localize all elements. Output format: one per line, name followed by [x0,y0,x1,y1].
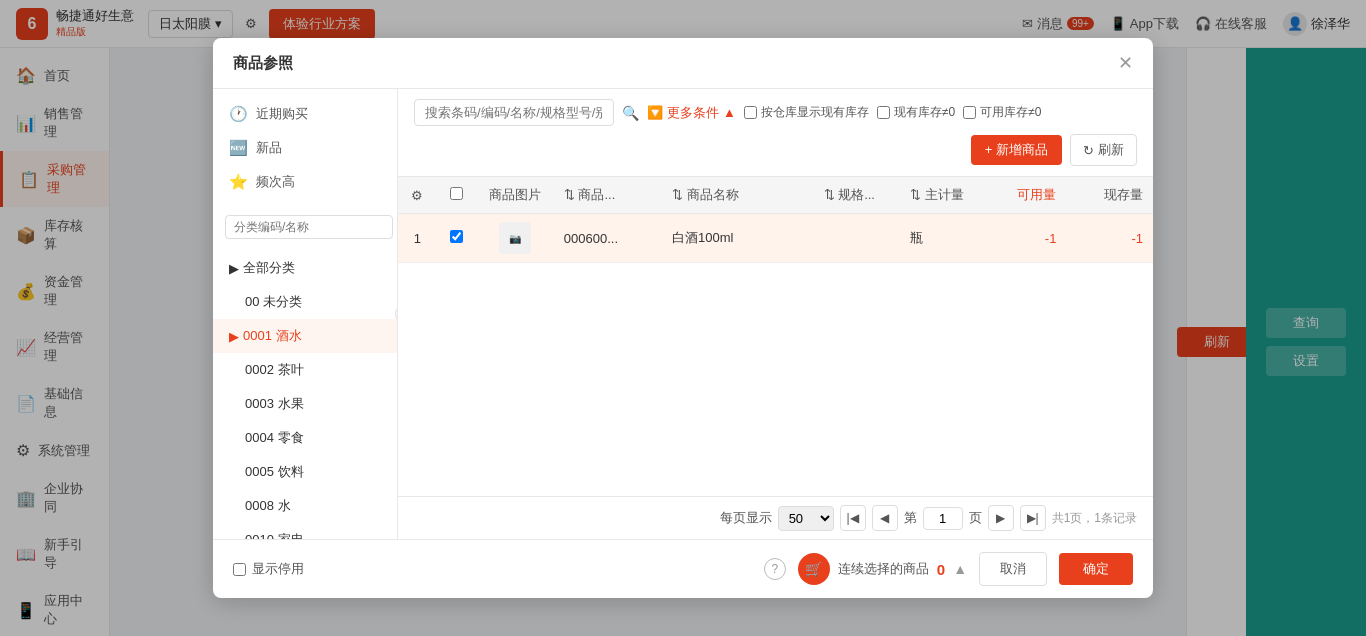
first-page-button[interactable]: |◀ [840,505,866,531]
clock-icon: 🕐 [229,105,248,123]
quick-item-new[interactable]: 🆕 新品 [213,131,397,165]
row-stock-cell: -1 [1066,214,1153,263]
product-search-button[interactable]: 🔍 [622,105,639,121]
col-img-header: 商品图片 [476,177,554,214]
row-spec-cell [814,214,901,263]
category-item-fruit[interactable]: 0003 水果 [213,387,397,421]
row-checkbox-cell [437,214,476,263]
modal-header: 商品参照 ✕ [213,38,1153,89]
col-checkbox-header [437,177,476,214]
stock-not-zero-checkbox[interactable] [877,106,890,119]
col-avail-header: 可用量 [980,177,1067,214]
row-img-cell: 📷 [476,214,554,263]
refresh-icon: ↻ [1083,143,1094,158]
star-icon: ⭐ [229,173,248,191]
product-search-input[interactable] [414,99,614,126]
cart-area: 🛒 连续选择的商品 0 ▲ [798,553,967,585]
col-stock-header: 现存量 [1066,177,1153,214]
table-row[interactable]: 1 📷 000600... 白酒100ml 瓶 [398,214,1153,263]
prev-page-button[interactable]: ◀ [872,505,898,531]
product-image: 📷 [499,222,531,254]
warehouse-filter-checkbox[interactable] [744,106,757,119]
expand-icon: ▶ [229,261,239,276]
col-num-header: ⚙ [398,177,437,214]
more-filter-button[interactable]: 🔽 更多条件 ▲ [647,104,736,122]
pagination: 每页显示 50 20 100 |◀ ◀ 第 页 ▶ ▶| 共1页，1条记录 [398,496,1153,539]
category-search-row: 🔍 [213,207,397,247]
sort-icon: ⇅ [564,187,575,202]
page-number-input[interactable] [923,507,963,530]
col-name-header[interactable]: ⇅ 商品名称 [662,177,814,214]
show-disabled-checkbox[interactable] [233,563,246,576]
category-search-input[interactable] [225,215,393,239]
category-item-unclassified[interactable]: 00 未分类 [213,285,397,319]
select-all-checkbox[interactable] [450,187,463,200]
next-page-button[interactable]: ▶ [988,505,1014,531]
active-expand-icon: ▶ [229,329,239,344]
row-name-cell: 白酒100ml [662,214,814,263]
row-code-cell: 000600... [554,214,662,263]
avail-not-zero-checkbox[interactable] [963,106,976,119]
category-item-beverage[interactable]: 0005 饮料 [213,455,397,489]
product-panel: 🔍 🔽 更多条件 ▲ 按仓库显示现有库存 现有库存≠0 [398,89,1153,539]
category-item-snack[interactable]: 0004 零食 [213,421,397,455]
page-label: 第 [904,509,917,527]
category-item-liquor[interactable]: ▶ 0001 酒水 [213,319,397,353]
modal-backdrop: 商品参照 ✕ 🕐 近期购买 🆕 新品 ⭐ 频次高 [0,0,1366,636]
col-unit-header[interactable]: ⇅ 主计量 [900,177,980,214]
cart-icon: 🛒 [798,553,830,585]
page-label-2: 页 [969,509,982,527]
refresh-button[interactable]: ↻ 刷新 [1070,134,1137,166]
category-item-water[interactable]: 0008 水 [213,489,397,523]
category-item-all[interactable]: ▶ 全部分类 [213,251,397,285]
product-table: ⚙ 商品图片 ⇅ 商品... ⇅ 商品名称 [398,177,1153,263]
row-unit-cell: 瓶 [900,214,980,263]
product-table-container: ⚙ 商品图片 ⇅ 商品... ⇅ 商品名称 [398,177,1153,496]
modal-title: 商品参照 [233,54,293,73]
sort-spec-icon: ⇅ [824,187,835,202]
sort-name-icon: ⇅ [672,187,683,202]
settings-icon[interactable]: ⚙ [411,188,423,203]
page-size-label: 每页显示 [720,509,772,527]
category-panel: 🕐 近期购买 🆕 新品 ⭐ 频次高 🔍 [213,89,398,539]
col-spec-header[interactable]: ⇅ 规格... [814,177,901,214]
avail-not-zero-label[interactable]: 可用库存≠0 [963,104,1041,121]
product-reference-modal: 商品参照 ✕ 🕐 近期购买 🆕 新品 ⭐ 频次高 [213,38,1153,598]
table-header-row: ⚙ 商品图片 ⇅ 商品... ⇅ 商品名称 [398,177,1153,214]
cancel-button[interactable]: 取消 [979,552,1047,586]
cart-count: 0 [937,561,945,578]
stock-not-zero-label[interactable]: 现有库存≠0 [877,104,955,121]
category-list: ▶ 全部分类 00 未分类 ▶ 0001 酒水 0002 茶叶 0003 水果 [213,247,397,539]
row-avail-cell: -1 [980,214,1067,263]
warehouse-filter-label[interactable]: 按仓库显示现有库存 [744,104,869,121]
product-toolbar: 🔍 🔽 更多条件 ▲ 按仓库显示现有库存 现有库存≠0 [398,89,1153,177]
new-icon: 🆕 [229,139,248,157]
quick-item-recent[interactable]: 🕐 近期购买 [213,97,397,131]
show-disabled-label[interactable]: 显示停用 [233,560,304,578]
col-code-header[interactable]: ⇅ 商品... [554,177,662,214]
filter-icon: 🔽 [647,105,663,120]
total-info: 共1页，1条记录 [1052,510,1137,527]
category-item-tea[interactable]: 0002 茶叶 [213,353,397,387]
row-num-cell: 1 [398,214,437,263]
modal-body: 🕐 近期购买 🆕 新品 ⭐ 频次高 🔍 [213,89,1153,539]
sort-unit-icon: ⇅ [910,187,921,202]
last-page-button[interactable]: ▶| [1020,505,1046,531]
footer-right: ? 🛒 连续选择的商品 0 ▲ 取消 确定 [764,552,1133,586]
collapse-cart-button[interactable]: ▲ [953,561,967,577]
modal-close-button[interactable]: ✕ [1118,52,1133,74]
page-size-select[interactable]: 50 20 100 [778,506,834,531]
quick-item-frequent[interactable]: ⭐ 频次高 [213,165,397,199]
row-checkbox[interactable] [450,230,463,243]
confirm-button[interactable]: 确定 [1059,553,1133,585]
modal-footer: 显示停用 ? 🛒 连续选择的商品 0 ▲ 取消 确定 [213,539,1153,598]
chevron-up-icon: ▲ [723,105,736,120]
category-item-appliance[interactable]: 0010 家电 [213,523,397,539]
add-product-button[interactable]: + 新增商品 [971,135,1062,165]
help-button[interactable]: ? [764,558,786,580]
